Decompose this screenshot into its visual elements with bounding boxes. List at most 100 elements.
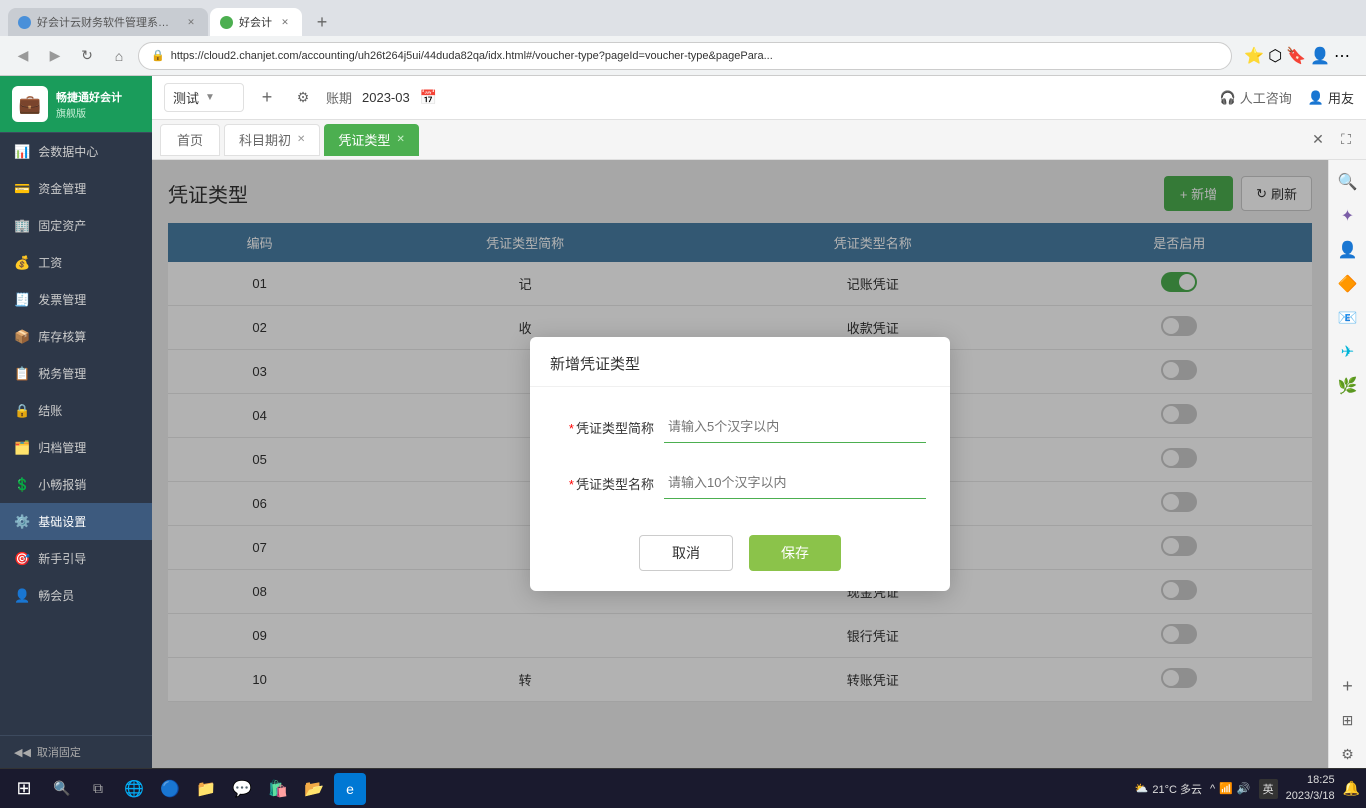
taskbar-taskview[interactable]: ⧉ bbox=[82, 773, 114, 805]
headset-icon: 🎧 bbox=[1220, 90, 1236, 106]
form-row-abbr: *凭证类型简称 bbox=[554, 411, 926, 443]
menu-icon[interactable]: ⋯ bbox=[1334, 46, 1350, 66]
sidebar-item-funds[interactable]: 💳 资金管理 bbox=[0, 170, 152, 207]
dashboard-icon: 📊 bbox=[14, 144, 30, 160]
tab-voucher-close-icon[interactable]: ✕ bbox=[396, 134, 404, 145]
cancel-fixed-btn[interactable]: ◀◀ 取消固定 bbox=[0, 735, 152, 768]
cancel-button[interactable]: 取消 bbox=[639, 535, 733, 571]
salary-icon: 💰 bbox=[14, 255, 30, 271]
logo-icon: 💼 bbox=[12, 86, 48, 122]
sidebar-item-guide[interactable]: 🎯 新手引导 bbox=[0, 540, 152, 577]
abbr-label: *凭证类型简称 bbox=[554, 418, 664, 437]
sidebar-item-expense[interactable]: 💲 小畅报销 bbox=[0, 466, 152, 503]
tab-inactive[interactable]: 好会计云财务软件管理系统_会计 ✕ bbox=[8, 8, 208, 36]
ext-icon4[interactable]: 👤 bbox=[1310, 46, 1330, 66]
tab-voucher-type[interactable]: 凭证类型 ✕ bbox=[324, 124, 418, 156]
right-panel: 🔍 ✦ 👤 🔶 📧 ✈ 🌿 + ⊞ ⚙ bbox=[1328, 160, 1366, 768]
tab-home[interactable]: 首页 bbox=[160, 124, 220, 156]
sidebar-item-inventory[interactable]: 📦 库存核算 bbox=[0, 318, 152, 355]
taskbar-edge[interactable]: 🔵 bbox=[154, 773, 186, 805]
archive-icon: 🗂️ bbox=[14, 440, 30, 456]
main-wrapper: 测试 ▼ + ⚙ 账期 2023-03 📅 🎧 人工咨询 👤 用友 bbox=[152, 76, 1366, 768]
sidebar-item-invoice[interactable]: 🧾 发票管理 bbox=[0, 281, 152, 318]
top-right: 🎧 人工咨询 👤 用友 bbox=[1220, 88, 1354, 107]
start-button[interactable]: ⊞ bbox=[6, 773, 42, 805]
user-button[interactable]: 👤 用友 bbox=[1308, 88, 1354, 107]
sidebar-item-salary[interactable]: 💰 工资 bbox=[0, 244, 152, 281]
right-grid-icon[interactable]: ⊞ bbox=[1334, 706, 1362, 734]
abbr-input[interactable] bbox=[664, 411, 926, 443]
ext-icon3[interactable]: 🔖 bbox=[1286, 46, 1306, 66]
clock[interactable]: 18:25 2023/3/18 bbox=[1286, 773, 1335, 804]
logo-line2: 旗舰版 bbox=[56, 105, 122, 120]
active-tab-title: 好会计 bbox=[239, 14, 272, 30]
taskbar-wechat[interactable]: 💬 bbox=[226, 773, 258, 805]
name-input[interactable] bbox=[664, 467, 926, 499]
tab-subjects[interactable]: 科目期初 ✕ bbox=[224, 124, 320, 156]
sidebar-item-member[interactable]: 👤 畅会员 bbox=[0, 577, 152, 614]
lang-indicator[interactable]: 英 bbox=[1259, 779, 1278, 799]
inventory-icon: 📦 bbox=[14, 329, 30, 345]
table-area: 凭证类型 + 新增 ↻ 刷新 编码 凭证类型简称 bbox=[152, 160, 1328, 768]
sidebar-item-tax[interactable]: 📋 税务管理 bbox=[0, 355, 152, 392]
panel-maximize-icon[interactable]: ⛶ bbox=[1334, 128, 1358, 152]
logo-line1: 畅捷通好会计 bbox=[56, 89, 122, 105]
member-icon: 👤 bbox=[14, 588, 30, 604]
sidebar-item-settings[interactable]: ⚙️ 基础设置 bbox=[0, 503, 152, 540]
add-company-button[interactable]: + bbox=[254, 85, 280, 111]
taskbar-folder[interactable]: 📂 bbox=[298, 773, 330, 805]
sidebar-item-closing[interactable]: 🔒 结账 bbox=[0, 392, 152, 429]
sidebar-item-archive[interactable]: 🗂️ 归档管理 bbox=[0, 429, 152, 466]
taskbar-store[interactable]: 🛍️ bbox=[262, 773, 294, 805]
ext-icon1[interactable]: ⭐ bbox=[1244, 46, 1264, 66]
inactive-tab-title: 好会计云财务软件管理系统_会计 bbox=[37, 14, 178, 30]
tax-icon: 📋 bbox=[14, 366, 30, 382]
back-button[interactable]: ◀ bbox=[10, 43, 36, 69]
right-user-icon[interactable]: 👤 bbox=[1334, 236, 1362, 264]
name-label: *凭证类型名称 bbox=[554, 474, 664, 493]
app-container: 💼 畅捷通好会计 旗舰版 📊 会数据中心 💳 资金管理 🏢 固定资产 💰 bbox=[0, 76, 1366, 768]
tab-active[interactable]: 好会计 ✕ bbox=[210, 8, 302, 36]
closing-icon: 🔒 bbox=[14, 403, 30, 419]
invoice-icon: 🧾 bbox=[14, 292, 30, 308]
ext-icon2[interactable]: ⬡ bbox=[1268, 46, 1282, 66]
settings-button[interactable]: ⚙ bbox=[290, 85, 316, 111]
right-leaf-icon[interactable]: 🌿 bbox=[1334, 372, 1362, 400]
reload-button[interactable]: ↻ bbox=[74, 43, 100, 69]
save-button[interactable]: 保存 bbox=[749, 535, 841, 571]
user-avatar-icon: 👤 bbox=[1308, 90, 1324, 106]
right-ext-icon[interactable]: 🔶 bbox=[1334, 270, 1362, 298]
weather-icon: ⛅ bbox=[1135, 782, 1149, 795]
taskbar-search[interactable]: 🔍 bbox=[46, 773, 78, 805]
right-star-icon[interactable]: ✦ bbox=[1334, 202, 1362, 230]
weather-info[interactable]: ⛅ 21°C 多云 bbox=[1135, 781, 1202, 797]
home-button[interactable]: ⌂ bbox=[106, 43, 132, 69]
form-row-name: *凭证类型名称 bbox=[554, 467, 926, 499]
taskbar-file[interactable]: 📁 bbox=[190, 773, 222, 805]
right-outlook-icon[interactable]: 📧 bbox=[1334, 304, 1362, 332]
taskbar-edge2[interactable]: e bbox=[334, 773, 366, 805]
new-tab-button[interactable]: + bbox=[308, 8, 336, 36]
taskbar-chrome[interactable]: 🌐 bbox=[118, 773, 150, 805]
sidebar-item-assets[interactable]: 🏢 固定资产 bbox=[0, 207, 152, 244]
system-tray[interactable]: ^ 📶 🔊 bbox=[1210, 782, 1251, 795]
right-search-icon[interactable]: 🔍 bbox=[1334, 168, 1362, 196]
tab-close-icon[interactable]: ✕ bbox=[184, 15, 198, 29]
panel-minimize-icon[interactable]: ✕ bbox=[1306, 128, 1330, 152]
url-bar[interactable]: 🔒 https://cloud2.chanjet.com/accounting/… bbox=[138, 42, 1232, 70]
calendar-icon[interactable]: 📅 bbox=[420, 89, 437, 106]
company-selector[interactable]: 测试 ▼ bbox=[164, 83, 244, 112]
expense-icon: 💲 bbox=[14, 477, 30, 493]
sidebar-item-dashboard[interactable]: 📊 会数据中心 bbox=[0, 132, 152, 170]
right-gear-icon[interactable]: ⚙ bbox=[1334, 740, 1362, 768]
tab-panel-controls: ✕ ⛶ bbox=[1306, 128, 1358, 152]
tab-subjects-close-icon[interactable]: ✕ bbox=[297, 134, 305, 145]
tab-close-icon2[interactable]: ✕ bbox=[278, 15, 292, 29]
right-plus-icon[interactable]: + bbox=[1334, 672, 1362, 700]
forward-button[interactable]: ▶ bbox=[42, 43, 68, 69]
consult-button[interactable]: 🎧 人工咨询 bbox=[1220, 88, 1292, 107]
right-plane-icon[interactable]: ✈ bbox=[1334, 338, 1362, 366]
settings-icon: ⚙️ bbox=[14, 514, 30, 530]
notification-icon[interactable]: 🔔 bbox=[1343, 780, 1360, 797]
dialog-overlay: 新增凭证类型 *凭证类型简称 bbox=[152, 160, 1328, 768]
